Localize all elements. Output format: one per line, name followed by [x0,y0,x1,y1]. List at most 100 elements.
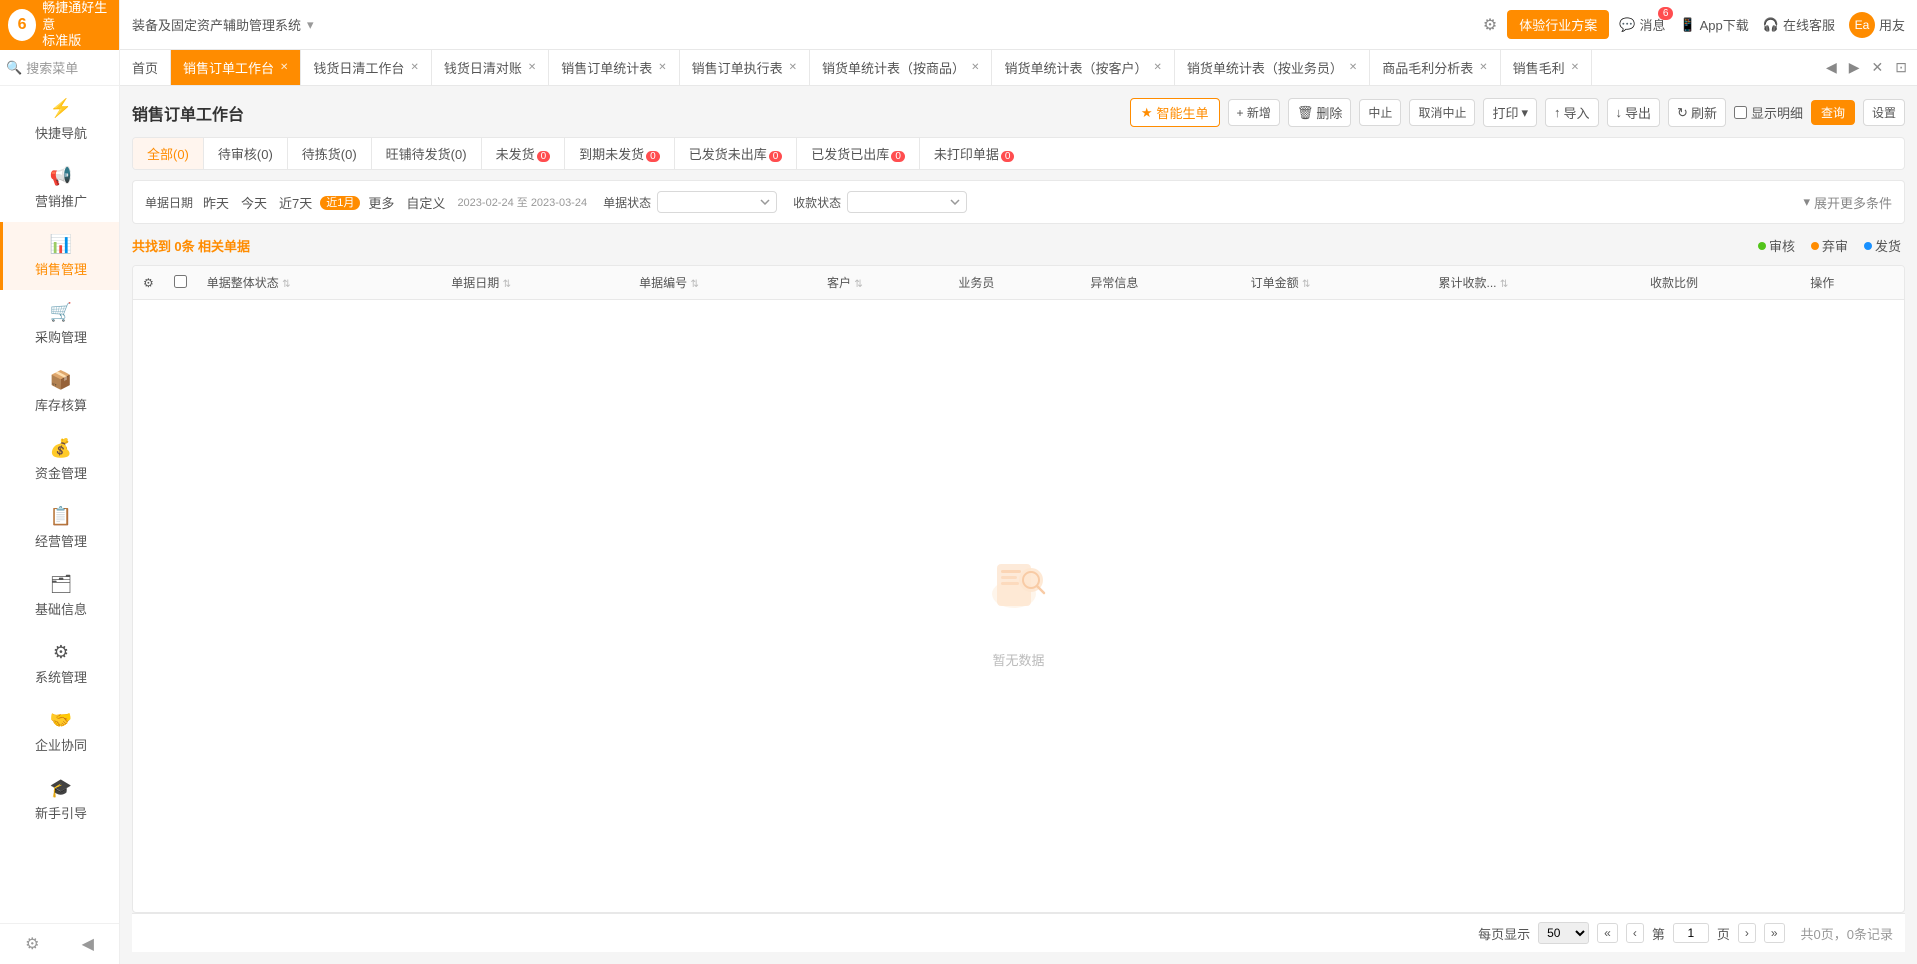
tab-sales-profit[interactable]: 销售毛利✕ [1501,50,1592,86]
tab-right-arrow[interactable]: ▶ [1845,57,1864,78]
export-btn[interactable]: ↓ 导出 [1607,98,1661,127]
user-menu-btn[interactable]: Ea 用友 [1849,12,1905,38]
date-option-昨天[interactable]: 昨天 [199,192,233,213]
th-ratio[interactable]: 收款比例 [1640,266,1800,300]
sub-tab-pending-inspect[interactable]: 待拣货(0) [288,138,372,169]
first-page-btn[interactable]: « [1597,923,1618,943]
trial-btn[interactable]: 体验行业方案 [1507,10,1609,39]
sidebar-item-inventory[interactable]: 📦库存核算 [0,358,119,426]
tab-close-sales-profit[interactable]: ✕ [1571,63,1579,73]
sidebar-item-basic[interactable]: 🗂基础信息 [0,562,119,630]
date-option-近7天[interactable]: 近7天 [275,192,316,213]
tab-close-all[interactable]: ✕ [1868,57,1888,78]
show-detail-checkbox[interactable] [1734,106,1747,119]
sidebar-item-system[interactable]: ⚙系统管理 [0,630,119,698]
th-checkbox[interactable] [164,266,197,300]
tab-close-sales-stats[interactable]: ✕ [658,63,666,73]
tab-close-sales-stats-staff[interactable]: ✕ [1349,63,1357,73]
sidebar-item-guide[interactable]: 🎓新手引导 [0,766,119,834]
tab-close-product-margin[interactable]: ✕ [1479,63,1487,73]
new-btn[interactable]: + 新增 [1228,99,1280,126]
settings-icon[interactable]: ⚙ [25,934,39,954]
tab-close-sales-stats-product[interactable]: ✕ [971,63,979,73]
status-select[interactable] [657,191,777,213]
sidebar-item-enterprise[interactable]: 🤝企业协同 [0,698,119,766]
stop-btn[interactable]: 中止 [1359,99,1401,126]
refresh-btn[interactable]: ↻ 刷新 [1668,98,1726,127]
th-gear[interactable]: ⚙ [133,266,164,300]
audit-action-btn[interactable]: 审核 [1754,234,1799,257]
date-option-自定义[interactable]: 自定义 [402,192,449,213]
sub-tab-not-printed[interactable]: 未打印单据0 [920,138,1029,169]
prev-page-btn[interactable]: ‹ [1626,923,1644,943]
th-collected[interactable]: 累计收款... ⇅ [1428,266,1639,300]
tab-home[interactable]: 首页 [120,50,171,86]
tab-cash-reconcile[interactable]: 钱货日清对账✕ [432,50,549,86]
th-date[interactable]: 单据日期 ⇅ [441,266,629,300]
tab-left-arrow[interactable]: ◀ [1822,57,1841,78]
settings-btn[interactable]: 设置 [1863,99,1905,126]
date-option-今天[interactable]: 今天 [237,192,271,213]
sub-tab-shipped-not-out[interactable]: 已发货未出库0 [675,138,798,169]
tab-product-margin[interactable]: 商品毛利分析表✕ [1370,50,1500,86]
sub-tab-wangpu-pending-ship[interactable]: 旺铺待发货(0) [372,138,482,169]
next-page-btn[interactable]: › [1738,923,1756,943]
topbar-settings-icon[interactable]: ⚙ [1483,15,1497,35]
tab-sales-stats-customer[interactable]: 销货单统计表（按客户）✕ [992,50,1174,86]
delete-btn[interactable]: 🗑 删除 [1288,98,1352,127]
tab-close-sales-workbench[interactable]: ✕ [280,63,288,73]
message-btn[interactable]: 💬 消息 6 [1619,15,1665,34]
tab-expand[interactable]: ⊡ [1891,57,1911,78]
date-option-更多[interactable]: 更多 [364,192,398,213]
cancel-stop-btn[interactable]: 取消中止 [1409,99,1475,126]
tab-sales-stats-product[interactable]: 销货单统计表（按商品）✕ [810,50,992,86]
payment-select[interactable] [847,191,967,213]
select-all-checkbox[interactable] [174,275,187,288]
print-btn[interactable]: 打印 ▾ [1483,98,1537,127]
import-btn[interactable]: ↑ 导入 [1545,98,1599,127]
sub-tab-shipped-out[interactable]: 已发货已出库0 [797,138,920,169]
sub-tab-expired-not-shipped[interactable]: 到期未发货0 [565,138,675,169]
th-staff[interactable]: 业务员 [948,266,1080,300]
page-number-input[interactable] [1673,923,1709,943]
query-btn[interactable]: 查询 [1811,100,1855,125]
ship-action-btn[interactable]: 发货 [1860,234,1905,257]
tab-close-sales-stats-customer[interactable]: ✕ [1153,63,1161,73]
sidebar-item-sales[interactable]: 📊销售管理 [0,222,119,290]
sidebar-item-purchase[interactable]: 🛒采购管理 [0,290,119,358]
service-icon: 🎧 [1763,17,1779,33]
th-status[interactable]: 单据整体状态 ⇅ [197,266,441,300]
tab-sales-stats-staff[interactable]: 销货单统计表（按业务员）✕ [1175,50,1370,86]
tab-sales-workbench[interactable]: 销售订单工作台✕ [171,50,301,86]
th-customer[interactable]: 客户 ⇅ [817,266,948,300]
sidebar-item-quick-nav[interactable]: ⚡快捷导航 [0,86,119,154]
tab-close-sales-exec[interactable]: ✕ [789,63,797,73]
tab-sales-stats[interactable]: 销售订单统计表 ✕ [549,50,679,86]
last-page-btn[interactable]: » [1764,923,1785,943]
sidebar-item-marketing[interactable]: 📢营销推广 [0,154,119,222]
system-dropdown-icon[interactable]: ▾ [307,17,314,33]
tab-cash-daily[interactable]: 钱货日清工作台✕ [301,50,431,86]
tab-close-cash-reconcile[interactable]: ✕ [528,63,536,73]
filter-expand-btn[interactable]: ▾ 展开更多条件 [1803,193,1892,212]
tab-label-sales-stats: 销售订单统计表 [561,58,652,77]
sub-tab-all[interactable]: 全部(0) [133,138,204,169]
tab-close-cash-daily[interactable]: ✕ [410,63,418,73]
show-detail-label[interactable]: 显示明细 [1734,103,1803,122]
th-number[interactable]: 单据编号 ⇅ [629,266,817,300]
app-download-btn[interactable]: 📱 App下载 [1679,15,1748,34]
page-size-select[interactable]: 50 10 20 100 [1538,922,1589,944]
th-abnormal[interactable]: 异常信息 [1080,266,1240,300]
collapse-icon[interactable]: ◀ [82,934,94,954]
sidebar-search[interactable]: 🔍 搜索菜单 [0,50,119,86]
smart-create-btn[interactable]: ★ 智能生单 [1130,98,1220,127]
tab-sales-exec[interactable]: 销售订单执行表✕ [680,50,810,86]
online-service-btn[interactable]: 🎧 在线客服 [1763,15,1835,34]
th-amount[interactable]: 订单金额 ⇅ [1241,266,1429,300]
sub-tab-pending-review[interactable]: 待审核(0) [204,138,288,169]
sidebar-item-finance[interactable]: 💰资金管理 [0,426,119,494]
sidebar-item-operations[interactable]: 📋经营管理 [0,494,119,562]
date-active-badge[interactable]: 近1月 [320,196,360,210]
sub-tab-not-shipped[interactable]: 未发货0 [482,138,566,169]
cancel-audit-action-btn[interactable]: 弃审 [1807,234,1852,257]
